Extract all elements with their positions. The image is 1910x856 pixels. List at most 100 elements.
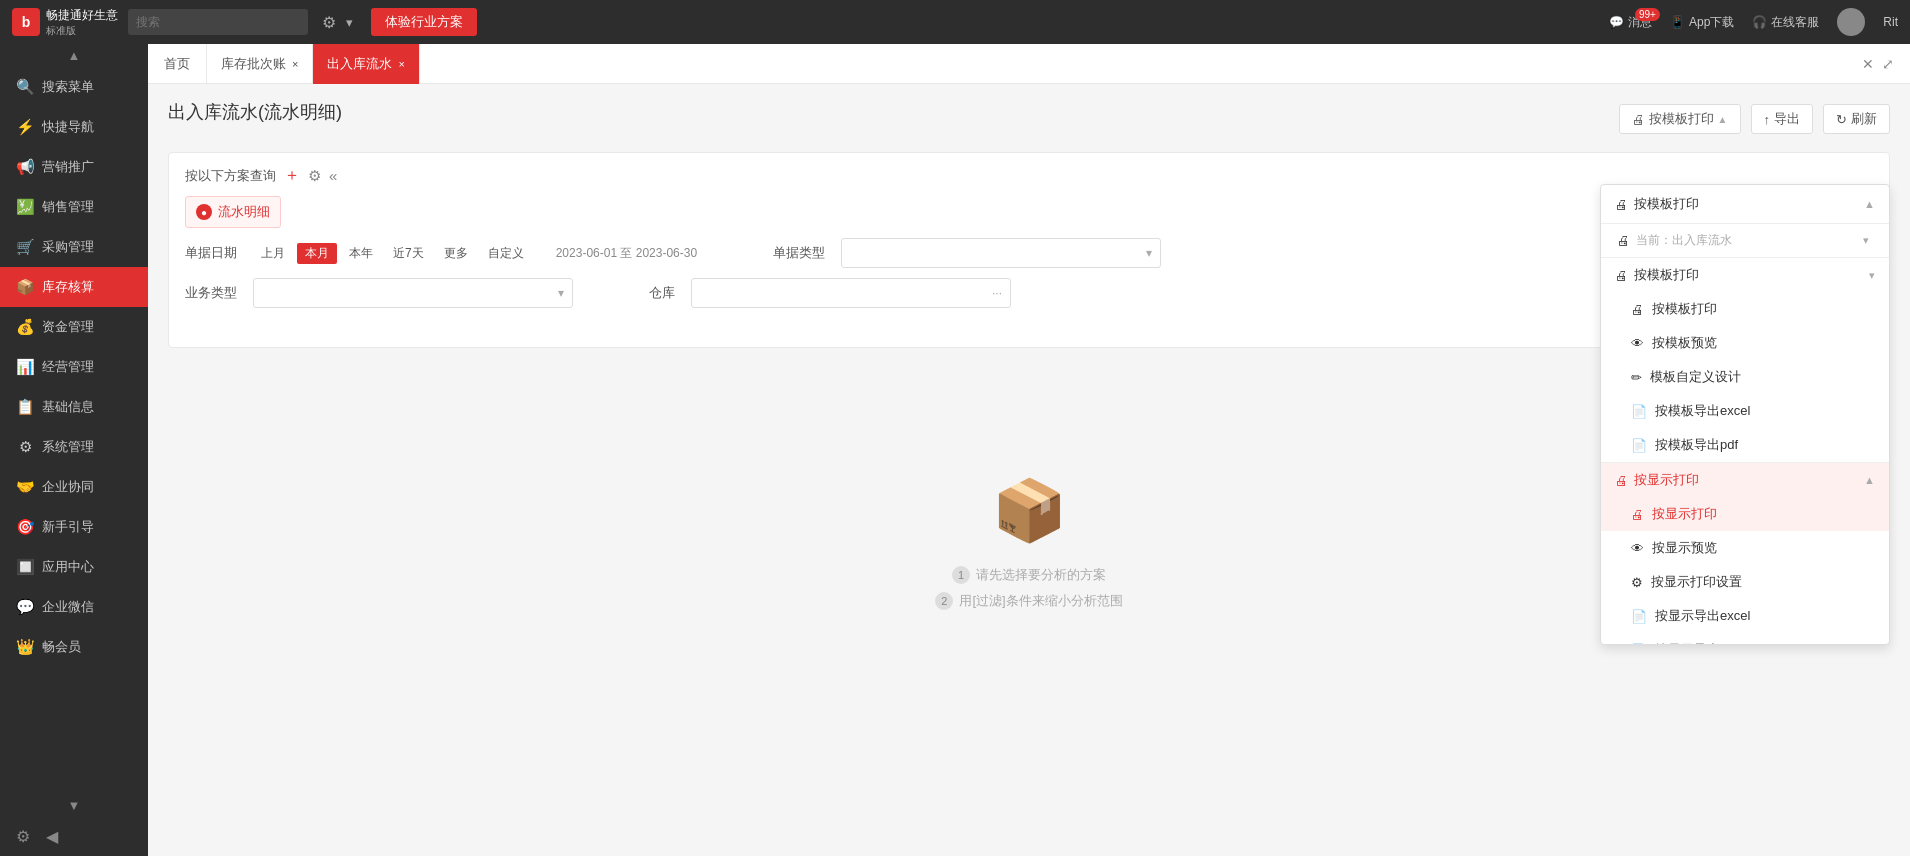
add-filter-button[interactable]: ＋ xyxy=(284,165,300,186)
gear-icon[interactable]: ⚙ xyxy=(322,13,336,32)
tab-flow[interactable]: 出入库流水 × xyxy=(313,44,419,84)
template-excel-icon: 📄 xyxy=(1631,404,1647,419)
template-pdf-item[interactable]: 📄 按模板导出pdf xyxy=(1601,428,1889,462)
sidebar-item-label: 企业协同 xyxy=(42,478,94,496)
printer-dp-icon: 🖨 xyxy=(1615,197,1628,212)
date-tab-custom[interactable]: 自定义 xyxy=(480,243,532,264)
tab-batch-account-close[interactable]: × xyxy=(292,58,298,70)
sidebar-item-collab[interactable]: 🤝 企业协同 xyxy=(0,467,148,507)
collapse-sidebar-icon[interactable]: ◀ xyxy=(46,827,58,846)
export-button[interactable]: ↑ 导出 xyxy=(1751,104,1814,134)
refresh-button[interactable]: ↻ 刷新 xyxy=(1823,104,1890,134)
dropdown-chevron-up-icon[interactable]: ▲ xyxy=(1864,198,1875,210)
display-settings-item[interactable]: ⚙ 按显示打印设置 xyxy=(1601,565,1889,599)
filter-header-row: 按以下方案查询 ＋ ⚙ « xyxy=(185,165,1873,186)
date-label: 单据日期 xyxy=(185,244,237,262)
sales-icon: 💹 xyxy=(16,198,34,216)
template-custom-icon: ✏ xyxy=(1631,370,1642,385)
refresh-icon: ↻ xyxy=(1836,112,1847,127)
tip-item-1: 1 请先选择要分析的方案 xyxy=(952,566,1106,584)
template-print-section-header[interactable]: 🖨 按模板打印 ▾ xyxy=(1601,258,1889,292)
display-excel-item[interactable]: 📄 按显示导出excel xyxy=(1601,599,1889,633)
sidebar-item-basic[interactable]: 📋 基础信息 xyxy=(0,387,148,427)
sidebar-item-search[interactable]: 🔍 搜索菜单 xyxy=(0,67,148,107)
maximize-icon[interactable]: ⤢ xyxy=(1882,56,1894,72)
settings-bottom-icon[interactable]: ⚙ xyxy=(16,827,30,846)
biz-chevron-down-icon: ▾ xyxy=(558,286,564,300)
dropdown-icon[interactable]: ▾ xyxy=(346,15,353,30)
sidebar-item-system[interactable]: ⚙ 系统管理 xyxy=(0,427,148,467)
display-section-icon: 🖨 xyxy=(1615,473,1628,488)
message-item[interactable]: 💬 消息 99+ xyxy=(1609,14,1652,31)
warehouse-label: 仓库 xyxy=(649,284,675,302)
sidebar-item-wechat[interactable]: 💬 企业微信 xyxy=(0,587,148,627)
sidebar-item-purchase[interactable]: 🛒 采购管理 xyxy=(0,227,148,267)
marketing-icon: 📢 xyxy=(16,158,34,176)
headset-icon: 🎧 xyxy=(1752,15,1767,29)
sidebar-item-guide[interactable]: 🎯 新手引导 xyxy=(0,507,148,547)
tab-home[interactable]: 首页 xyxy=(164,44,207,84)
sidebar-item-label: 采购管理 xyxy=(42,238,94,256)
avatar[interactable] xyxy=(1837,8,1865,36)
template-print-item[interactable]: 🖨 按模板打印 xyxy=(1601,292,1889,326)
date-tab-last-month[interactable]: 上月 xyxy=(253,243,293,264)
sidebar-item-label: 新手引导 xyxy=(42,518,94,536)
sidebar-item-sales[interactable]: 💹 销售管理 xyxy=(0,187,148,227)
sidebar-item-label: 快捷导航 xyxy=(42,118,94,136)
template-custom-label: 模板自定义设计 xyxy=(1650,368,1741,386)
filter-settings-button[interactable]: ⚙ xyxy=(308,167,321,185)
sidebar-item-quick-nav[interactable]: ⚡ 快捷导航 xyxy=(0,107,148,147)
warehouse-select[interactable]: ··· xyxy=(691,278,1011,308)
tab-flow-close[interactable]: × xyxy=(398,58,404,70)
system-icon: ⚙ xyxy=(16,438,34,456)
date-tab-more[interactable]: 更多 xyxy=(436,243,476,264)
chevron-down-icon: ▾ xyxy=(1146,246,1152,260)
message-badge: 99+ xyxy=(1635,8,1660,21)
date-tab-7days[interactable]: 近7天 xyxy=(385,243,432,264)
date-tab-this-month[interactable]: 本月 xyxy=(297,243,337,264)
sidebar-item-finance[interactable]: 💰 资金管理 xyxy=(0,307,148,347)
bill-type-select[interactable]: ▾ xyxy=(841,238,1161,268)
display-preview-item[interactable]: 👁 按显示预览 xyxy=(1601,531,1889,565)
more-icon[interactable]: ··· xyxy=(992,286,1002,300)
online-service-item[interactable]: 🎧 在线客服 xyxy=(1752,14,1819,31)
current-label: 当前：出入库流水 xyxy=(1636,232,1732,249)
tip-num-2: 2 xyxy=(935,592,953,610)
display-print-item[interactable]: 🖨 按显示打印 xyxy=(1601,497,1889,531)
sidebar-item-app-center[interactable]: 🔲 应用中心 xyxy=(0,547,148,587)
flow-detail-tag[interactable]: ● 流水明细 xyxy=(185,196,281,228)
trial-button[interactable]: 体验行业方案 xyxy=(371,8,477,36)
display-print-section-header[interactable]: 🖨 按显示打印 ▲ xyxy=(1601,463,1889,497)
wechat-icon: 💬 xyxy=(16,598,34,616)
message-icon: 💬 xyxy=(1609,15,1624,29)
display-pdf-item[interactable]: 📄 按显示导出pdf xyxy=(1601,633,1889,644)
sidebar-item-marketing[interactable]: 📢 营销推广 xyxy=(0,147,148,187)
template-print-button[interactable]: 🖨 按模板打印 ▲ xyxy=(1619,104,1741,134)
tip-text-2: 用[过滤]条件来缩小分析范围 xyxy=(959,592,1122,610)
sidebar-item-label: 经营管理 xyxy=(42,358,94,376)
date-tab-this-year[interactable]: 本年 xyxy=(341,243,381,264)
dropdown-header-left: 🖨 按模板打印 xyxy=(1615,195,1699,213)
filter-collapse-left-button[interactable]: « xyxy=(329,167,337,184)
current-template-item[interactable]: 🖨 当前：出入库流水 ▾ xyxy=(1601,224,1889,257)
display-section-label: 按显示打印 xyxy=(1634,471,1699,489)
template-custom-item[interactable]: ✏ 模板自定义设计 xyxy=(1601,360,1889,394)
sidebar-item-operation[interactable]: 📊 经营管理 xyxy=(0,347,148,387)
collab-icon: 🤝 xyxy=(16,478,34,496)
sidebar-scroll-down[interactable]: ▼ xyxy=(0,794,148,817)
template-excel-item[interactable]: 📄 按模板导出excel xyxy=(1601,394,1889,428)
app-download-item[interactable]: 📱 App下载 xyxy=(1670,14,1734,31)
tab-batch-account[interactable]: 库存批次账 × xyxy=(207,44,313,84)
search-input[interactable] xyxy=(128,9,308,35)
page-header: 出入库流水(流水明细) 🖨 按模板打印 ▲ ↑ 导出 ↻ 刷新 xyxy=(168,100,1890,138)
sidebar-item-member[interactable]: 👑 畅会员 xyxy=(0,627,148,667)
tip-item-2: 2 用[过滤]条件来缩小分析范围 xyxy=(935,592,1122,610)
biz-type-select[interactable]: ▾ xyxy=(253,278,573,308)
sidebar-item-inventory[interactable]: 📦 库存核算 xyxy=(0,267,148,307)
tip-num-1: 1 xyxy=(952,566,970,584)
template-preview-item[interactable]: 👁 按模板预览 xyxy=(1601,326,1889,360)
chevron-up-icon: ▲ xyxy=(1718,114,1728,125)
close-all-icon[interactable]: ✕ xyxy=(1862,56,1874,72)
sidebar-scroll-up[interactable]: ▲ xyxy=(0,44,148,67)
display-preview-icon: 👁 xyxy=(1631,541,1644,556)
